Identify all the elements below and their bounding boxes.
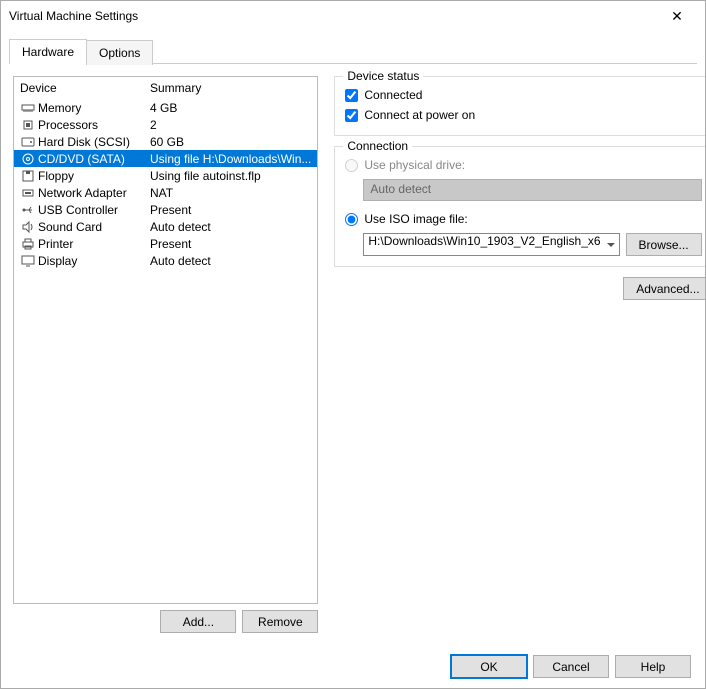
- table-row[interactable]: PrinterPresent: [14, 235, 317, 252]
- table-row[interactable]: USB ControllerPresent: [14, 201, 317, 218]
- table-row[interactable]: FloppyUsing file autoinst.flp: [14, 167, 317, 184]
- row-device: Memory: [38, 101, 150, 115]
- table-row[interactable]: Processors2: [14, 116, 317, 133]
- row-summary: Present: [150, 237, 311, 251]
- row-summary: 2: [150, 118, 311, 132]
- row-summary: NAT: [150, 186, 311, 200]
- cpu-icon: [20, 118, 36, 132]
- connect-poweron-row[interactable]: Connect at power on: [345, 105, 701, 125]
- table-row[interactable]: Sound CardAuto detect: [14, 218, 317, 235]
- browse-button[interactable]: Browse...: [626, 233, 702, 256]
- connected-label: Connected: [364, 88, 422, 102]
- cancel-button[interactable]: Cancel: [533, 655, 609, 678]
- connected-checkbox[interactable]: [345, 89, 358, 102]
- connection-group: Connection Use physical drive: Auto dete…: [334, 146, 705, 267]
- table-row[interactable]: Memory4 GB: [14, 99, 317, 116]
- row-summary: Auto detect: [150, 254, 311, 268]
- table-row[interactable]: CD/DVD (SATA)Using file H:\Downloads\Win…: [14, 150, 317, 167]
- content-area: Device Summary Memory4 GBProcessors2Hard…: [1, 64, 705, 645]
- titlebar: Virtual Machine Settings ✕: [1, 1, 705, 31]
- use-physical-row[interactable]: Use physical drive:: [345, 155, 701, 175]
- printer-icon: [20, 237, 36, 251]
- connect-poweron-checkbox[interactable]: [345, 109, 358, 122]
- row-device: Sound Card: [38, 220, 150, 234]
- connect-poweron-label: Connect at power on: [364, 108, 475, 122]
- use-physical-radio[interactable]: [345, 159, 358, 172]
- list-header: Device Summary: [14, 77, 317, 99]
- physical-drive-combo: Auto detect: [363, 179, 701, 201]
- row-device: Floppy: [38, 169, 150, 183]
- header-device: Device: [20, 81, 150, 95]
- close-icon[interactable]: ✕: [657, 8, 697, 25]
- tab-options[interactable]: Options: [86, 40, 153, 65]
- row-summary: Using file H:\Downloads\Win...: [150, 152, 311, 166]
- row-device: CD/DVD (SATA): [38, 152, 150, 166]
- usb-icon: [20, 203, 36, 217]
- floppy-icon: [20, 169, 36, 183]
- advanced-button[interactable]: Advanced...: [623, 277, 705, 300]
- row-summary: Auto detect: [150, 220, 311, 234]
- table-row[interactable]: Hard Disk (SCSI)60 GB: [14, 133, 317, 150]
- row-device: Processors: [38, 118, 150, 132]
- advanced-row: Advanced...: [334, 277, 705, 300]
- iso-path-combo[interactable]: H:\Downloads\Win10_1903_V2_English_x6: [363, 233, 619, 256]
- left-pane: Device Summary Memory4 GBProcessors2Hard…: [13, 76, 318, 633]
- help-button[interactable]: Help: [615, 655, 691, 678]
- row-summary: 4 GB: [150, 101, 311, 115]
- row-summary: Present: [150, 203, 311, 217]
- left-buttons: Add... Remove: [13, 604, 318, 633]
- connected-row[interactable]: Connected: [345, 85, 701, 105]
- ok-button[interactable]: OK: [451, 655, 527, 678]
- remove-button[interactable]: Remove: [242, 610, 318, 633]
- use-iso-row[interactable]: Use ISO image file:: [345, 209, 701, 229]
- table-row[interactable]: DisplayAuto detect: [14, 252, 317, 269]
- table-row[interactable]: Network AdapterNAT: [14, 184, 317, 201]
- list-body[interactable]: Memory4 GBProcessors2Hard Disk (SCSI)60 …: [14, 99, 317, 603]
- header-summary: Summary: [150, 81, 311, 95]
- tab-hardware[interactable]: Hardware: [9, 39, 87, 64]
- add-button[interactable]: Add...: [160, 610, 236, 633]
- use-physical-label: Use physical drive:: [364, 158, 465, 172]
- device-status-legend: Device status: [343, 69, 423, 83]
- row-summary: Using file autoinst.flp: [150, 169, 311, 183]
- window-title: Virtual Machine Settings: [9, 9, 657, 23]
- use-iso-label: Use ISO image file:: [364, 212, 467, 226]
- row-device: Display: [38, 254, 150, 268]
- row-device: Hard Disk (SCSI): [38, 135, 150, 149]
- hdd-icon: [20, 135, 36, 149]
- tab-strip: Hardware Options: [1, 31, 705, 64]
- net-icon: [20, 186, 36, 200]
- footer: OK Cancel Help: [1, 645, 705, 688]
- cd-icon: [20, 152, 36, 166]
- row-device: Printer: [38, 237, 150, 251]
- right-pane: Device status Connected Connect at power…: [330, 76, 705, 633]
- iso-row: H:\Downloads\Win10_1903_V2_English_x6 Br…: [363, 233, 701, 256]
- row-summary: 60 GB: [150, 135, 311, 149]
- row-device: Network Adapter: [38, 186, 150, 200]
- memory-icon: [20, 101, 36, 115]
- row-device: USB Controller: [38, 203, 150, 217]
- display-icon: [20, 254, 36, 268]
- connection-legend: Connection: [343, 139, 412, 153]
- device-list: Device Summary Memory4 GBProcessors2Hard…: [13, 76, 318, 604]
- device-status-group: Device status Connected Connect at power…: [334, 76, 705, 136]
- use-iso-radio[interactable]: [345, 213, 358, 226]
- sound-icon: [20, 220, 36, 234]
